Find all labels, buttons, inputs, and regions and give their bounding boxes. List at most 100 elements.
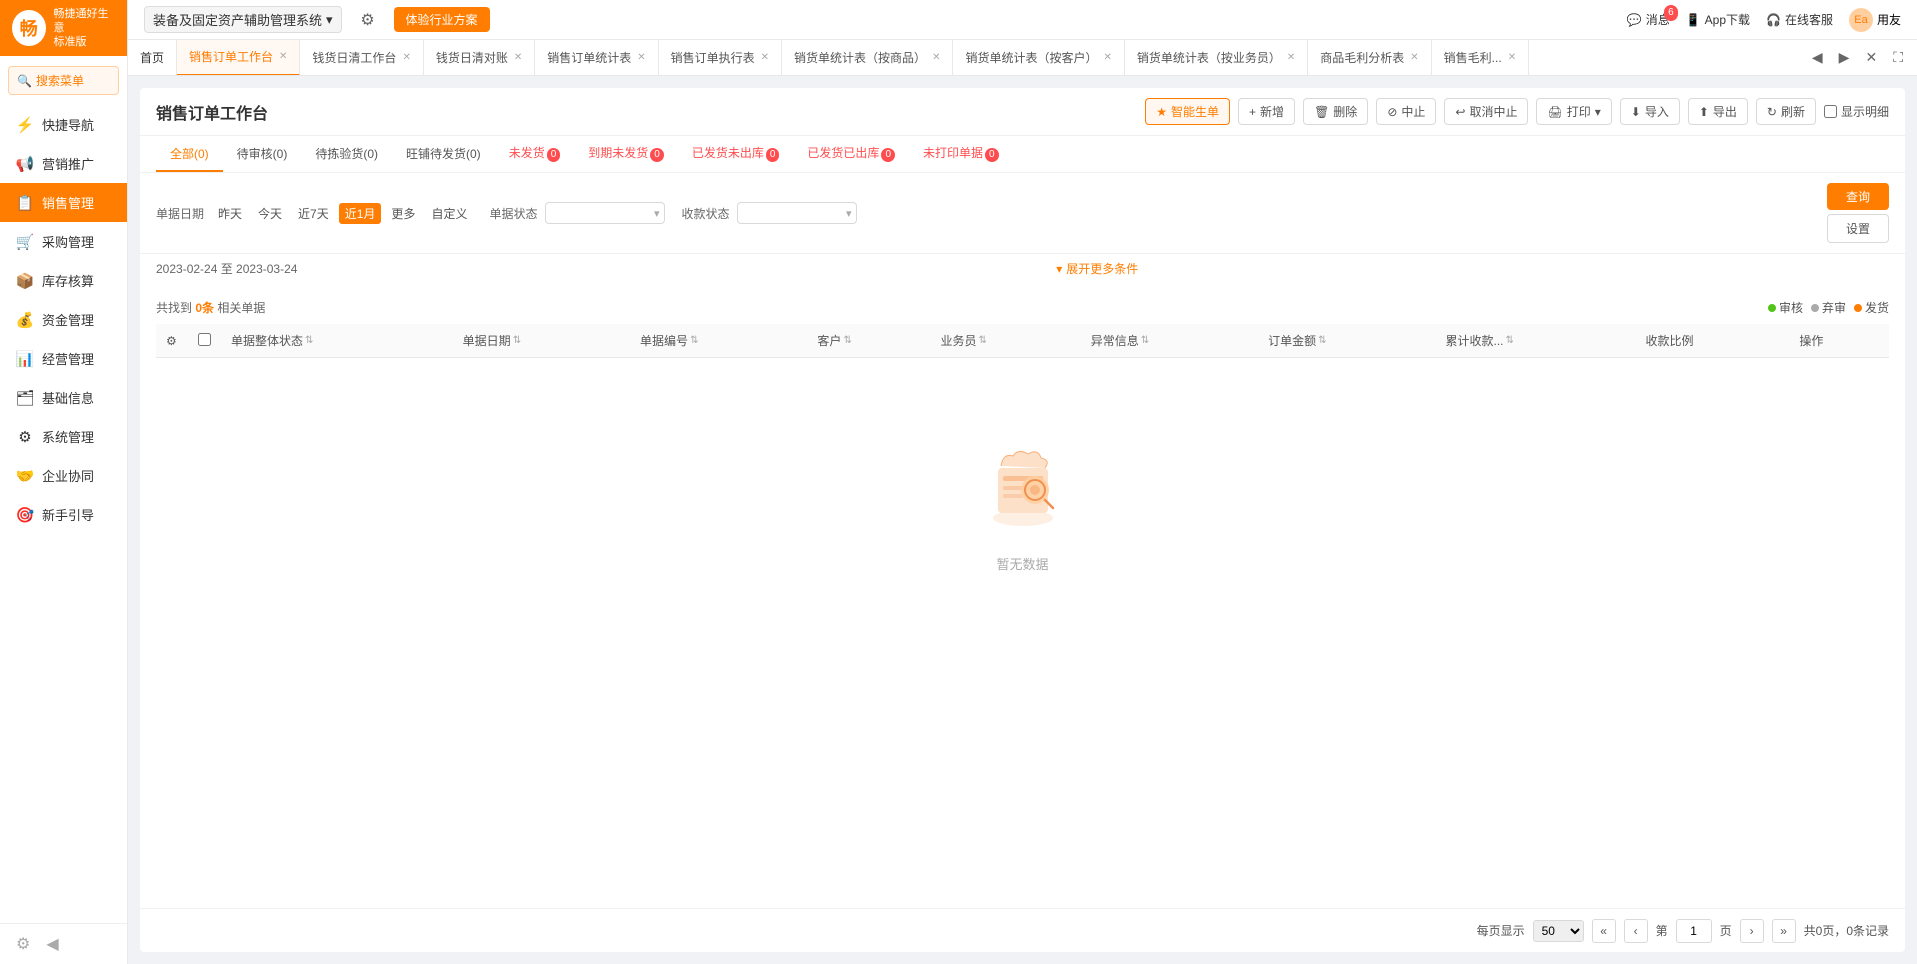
page-number-input[interactable]: [1676, 919, 1712, 943]
tab-close-gross-profit[interactable]: ✕: [1410, 52, 1418, 63]
sidebar-item-guide[interactable]: 🎯 新手引导: [0, 495, 127, 534]
app-download-link[interactable]: 📱 App下载: [1686, 11, 1750, 28]
tab-sales-workbench[interactable]: 销售订单工作台 ✕: [177, 40, 300, 76]
tab-close-sales-stats[interactable]: ✕: [637, 52, 645, 63]
th-checkbox[interactable]: [188, 324, 221, 358]
th-settings[interactable]: ⚙: [156, 324, 188, 358]
sub-tab-shipped-not-out[interactable]: 已发货未出库0: [678, 136, 794, 172]
topbar-settings-icon[interactable]: ⚙: [354, 6, 382, 34]
add-btn[interactable]: + 新增: [1238, 98, 1295, 125]
expand-filter-btn[interactable]: ▾ 展开更多条件: [1040, 254, 1154, 283]
page-last-btn[interactable]: »: [1772, 919, 1796, 943]
sub-tab-wangpu-ship[interactable]: 旺铺待发货(0): [392, 137, 495, 172]
message-badge[interactable]: 💬 消息 6: [1627, 11, 1670, 28]
tab-sales-stats[interactable]: 销售订单统计表 ✕: [535, 40, 658, 76]
th-staff[interactable]: 业务员: [931, 324, 1081, 358]
tab-sales-by-product[interactable]: 销货单统计表（按商品） ✕: [782, 40, 953, 76]
tab-close-sales-exec[interactable]: ✕: [761, 52, 769, 63]
page-next-btn[interactable]: ›: [1740, 919, 1764, 943]
review-action-btn[interactable]: 审核: [1768, 299, 1803, 316]
tabs-prev-icon[interactable]: ◀: [1806, 47, 1829, 68]
page-prev-btn[interactable]: ‹: [1624, 919, 1648, 943]
sidebar-search[interactable]: 🔍 搜索菜单: [0, 56, 127, 105]
select-all-checkbox[interactable]: [198, 333, 211, 346]
search-menu-button[interactable]: 🔍 搜索菜单: [8, 66, 119, 95]
tab-sales-exec[interactable]: 销售订单执行表 ✕: [659, 40, 782, 76]
th-order-amount[interactable]: 订单金额: [1258, 324, 1435, 358]
cancel-review-action-btn[interactable]: 弃审: [1811, 299, 1846, 316]
sidebar-item-quick-nav[interactable]: ⚡ 快捷导航: [0, 105, 127, 144]
sidebar-item-cooperation[interactable]: 🤝 企业协同: [0, 456, 127, 495]
tab-sales-by-customer[interactable]: 销货单统计表（按客户） ✕: [953, 40, 1124, 76]
page-size-select[interactable]: 10 20 50 100: [1533, 920, 1584, 942]
ship-action-btn[interactable]: 发货: [1854, 299, 1889, 316]
show-detail-checkbox[interactable]: 显示明细: [1824, 103, 1889, 120]
quick-nav-icon: ⚡: [16, 116, 34, 134]
tab-cash-daily[interactable]: 钱货日清工作台 ✕: [300, 40, 423, 76]
sidebar-item-basic-info[interactable]: 🗂 基础信息: [0, 378, 127, 417]
sidebar-item-sales[interactable]: 📋 销售管理: [0, 183, 127, 222]
delete-btn[interactable]: 🗑 删除: [1303, 98, 1368, 125]
sub-tab-all[interactable]: 全部(0): [156, 137, 223, 172]
filter-date-1month[interactable]: 近1月: [339, 203, 382, 224]
stop-btn[interactable]: ⊘ 中止: [1376, 98, 1436, 125]
filter-date-more[interactable]: 更多: [385, 203, 421, 224]
user-menu[interactable]: Ea 用友: [1849, 8, 1901, 32]
print-btn[interactable]: 🖨 打印 ▾: [1536, 98, 1611, 125]
sub-tab-pending-check[interactable]: 待拣验货(0): [301, 137, 392, 172]
tabs-maximize-icon[interactable]: ⛶: [1887, 47, 1909, 68]
refresh-btn[interactable]: ↻ 刷新: [1756, 98, 1816, 125]
sub-tab-not-shipped[interactable]: 未发货0: [495, 136, 575, 172]
sidebar-item-system[interactable]: ⚙ 系统管理: [0, 417, 127, 456]
filter-date-yesterday[interactable]: 昨天: [212, 203, 248, 224]
tab-sales-more[interactable]: 销售毛利... ✕: [1432, 40, 1529, 76]
sub-tab-not-printed[interactable]: 未打印单据0: [909, 136, 1013, 172]
collapse-icon[interactable]: ◀: [46, 934, 58, 954]
smart-create-btn[interactable]: ★ 智能生单: [1145, 98, 1230, 125]
sub-tab-pending-review[interactable]: 待审核(0): [223, 137, 302, 172]
tab-close-sales-by-staff[interactable]: ✕: [1287, 52, 1295, 63]
th-doc-no[interactable]: 单据编号: [630, 324, 807, 358]
tab-close-sales-more[interactable]: ✕: [1508, 52, 1516, 63]
filter-date-today[interactable]: 今天: [252, 203, 288, 224]
th-collected[interactable]: 累计收款...: [1435, 324, 1635, 358]
tabs-next-icon[interactable]: ▶: [1833, 47, 1856, 68]
filter-date-7days[interactable]: 近7天: [292, 203, 335, 224]
sub-tab-shipped-out[interactable]: 已发货已出库0: [793, 136, 909, 172]
sidebar-item-operation[interactable]: 📊 经营管理: [0, 339, 127, 378]
query-btn[interactable]: 查询: [1827, 183, 1889, 210]
th-abnormal[interactable]: 异常信息: [1081, 324, 1258, 358]
page-first-btn[interactable]: «: [1592, 919, 1616, 943]
sub-tab-overdue-ship[interactable]: 到期未发货0: [574, 136, 678, 172]
filter-setting-btn[interactable]: 设置: [1827, 214, 1889, 243]
filter-status-select[interactable]: [545, 202, 665, 224]
show-detail-input[interactable]: [1824, 105, 1837, 118]
settings-icon[interactable]: ⚙: [16, 934, 30, 954]
filter-date-custom[interactable]: 自定义: [425, 203, 473, 224]
tab-cash-reconcile[interactable]: 钱货日清对账 ✕: [424, 40, 535, 76]
sidebar-item-purchase[interactable]: 🛒 采购管理: [0, 222, 127, 261]
sidebar-item-finance[interactable]: 💰 资金管理: [0, 300, 127, 339]
th-doc-status[interactable]: 单据整体状态: [221, 324, 453, 358]
th-doc-date[interactable]: 单据日期: [453, 324, 630, 358]
industry-btn[interactable]: 体验行业方案: [394, 7, 490, 32]
tab-sales-by-staff[interactable]: 销货单统计表（按业务员） ✕: [1125, 40, 1308, 76]
tab-close-cash-daily[interactable]: ✕: [402, 52, 410, 63]
tab-close-sales-by-customer[interactable]: ✕: [1103, 52, 1111, 63]
sidebar-item-inventory[interactable]: 📦 库存核算: [0, 261, 127, 300]
export-btn[interactable]: ⬆ 导出: [1688, 98, 1748, 125]
tabs-close-all-icon[interactable]: ✕: [1859, 47, 1883, 68]
system-selector[interactable]: 装备及固定资产辅助管理系统 ▾: [144, 6, 342, 33]
tab-close-cash-reconcile[interactable]: ✕: [514, 52, 522, 63]
cancel-stop-btn[interactable]: ↩ 取消中止: [1444, 98, 1528, 125]
operation-icon: 📊: [16, 350, 34, 368]
filter-payment-select[interactable]: [737, 202, 857, 224]
tab-close-sales-workbench[interactable]: ✕: [279, 51, 287, 62]
tab-home[interactable]: 首页: [128, 40, 177, 76]
import-btn[interactable]: ⬇ 导入: [1620, 98, 1680, 125]
tab-gross-profit[interactable]: 商品毛利分析表 ✕: [1308, 40, 1431, 76]
sidebar-item-marketing[interactable]: 📢 营销推广: [0, 144, 127, 183]
th-customer[interactable]: 客户: [807, 324, 930, 358]
tab-close-sales-by-product[interactable]: ✕: [932, 52, 940, 63]
online-service-link[interactable]: 🎧 在线客服: [1766, 11, 1833, 28]
